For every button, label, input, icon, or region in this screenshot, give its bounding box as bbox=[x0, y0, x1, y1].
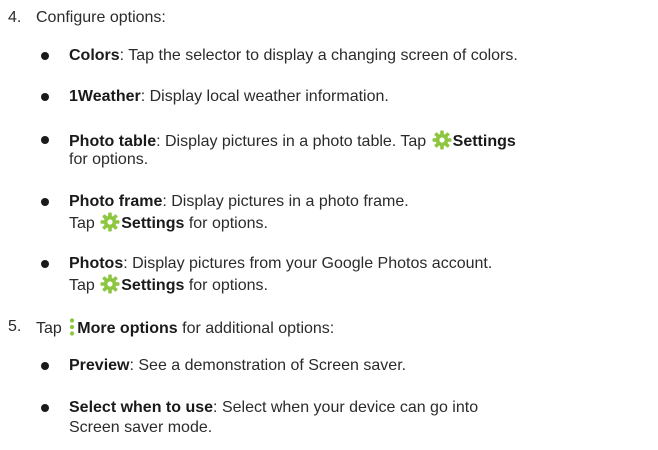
step-text-pre: Tap bbox=[36, 320, 67, 337]
option-description: : Select when your device can go into bbox=[213, 399, 479, 416]
more-options-icon bbox=[70, 318, 75, 336]
option-term: Photo frame bbox=[69, 193, 163, 210]
gear-icon bbox=[432, 130, 452, 150]
option-description: : See a demonstration of Screen saver. bbox=[129, 357, 407, 374]
bullet-dot bbox=[41, 136, 49, 144]
option-description-cont: for options. bbox=[69, 151, 149, 168]
step-text-post: for additional options: bbox=[177, 320, 335, 337]
more-options-label: More options bbox=[77, 320, 178, 337]
option-description-post: for options. bbox=[184, 277, 268, 294]
bullet-dot bbox=[41, 93, 49, 101]
settings-label: Settings bbox=[121, 277, 185, 294]
gear-icon bbox=[100, 212, 120, 232]
option-term: Photos bbox=[69, 255, 124, 272]
step-text: Tap More options for additional options: bbox=[36, 317, 334, 339]
step-number: 5. bbox=[8, 318, 22, 335]
bullet-dot bbox=[41, 198, 49, 206]
bullet-dot bbox=[41, 52, 49, 60]
gear-icon bbox=[100, 274, 120, 294]
option-term: 1Weather bbox=[69, 88, 141, 105]
option-description-pre: Tap bbox=[69, 277, 100, 294]
step-number: 4. bbox=[8, 9, 22, 26]
option-term: Preview bbox=[69, 357, 130, 374]
option-description: : Display local weather information. bbox=[140, 88, 389, 105]
bullet-dot bbox=[41, 362, 49, 370]
step-text: Configure options: bbox=[36, 9, 166, 26]
option-description: : Display pictures in a photo frame. bbox=[162, 193, 409, 210]
option-term: Colors bbox=[69, 47, 120, 64]
settings-label: Settings bbox=[452, 133, 516, 150]
option-term: Select when to use bbox=[69, 399, 214, 416]
option-term: Photo table bbox=[69, 133, 157, 150]
option-description: : Display pictures from your Google Phot… bbox=[123, 255, 493, 272]
settings-label: Settings bbox=[121, 215, 185, 232]
bullet-dot bbox=[41, 404, 49, 412]
bullet-dot bbox=[41, 260, 49, 268]
page: 4. Configure options: Colors: Tap the se… bbox=[0, 0, 658, 450]
option-description: : Tap the selector to display a changing… bbox=[119, 47, 518, 64]
option-description-cont: Screen saver mode. bbox=[69, 419, 213, 436]
option-description-pre: Tap bbox=[69, 215, 100, 232]
option-description: : Display pictures in a photo table. Tap bbox=[156, 133, 431, 150]
option-description-post: for options. bbox=[184, 215, 268, 232]
